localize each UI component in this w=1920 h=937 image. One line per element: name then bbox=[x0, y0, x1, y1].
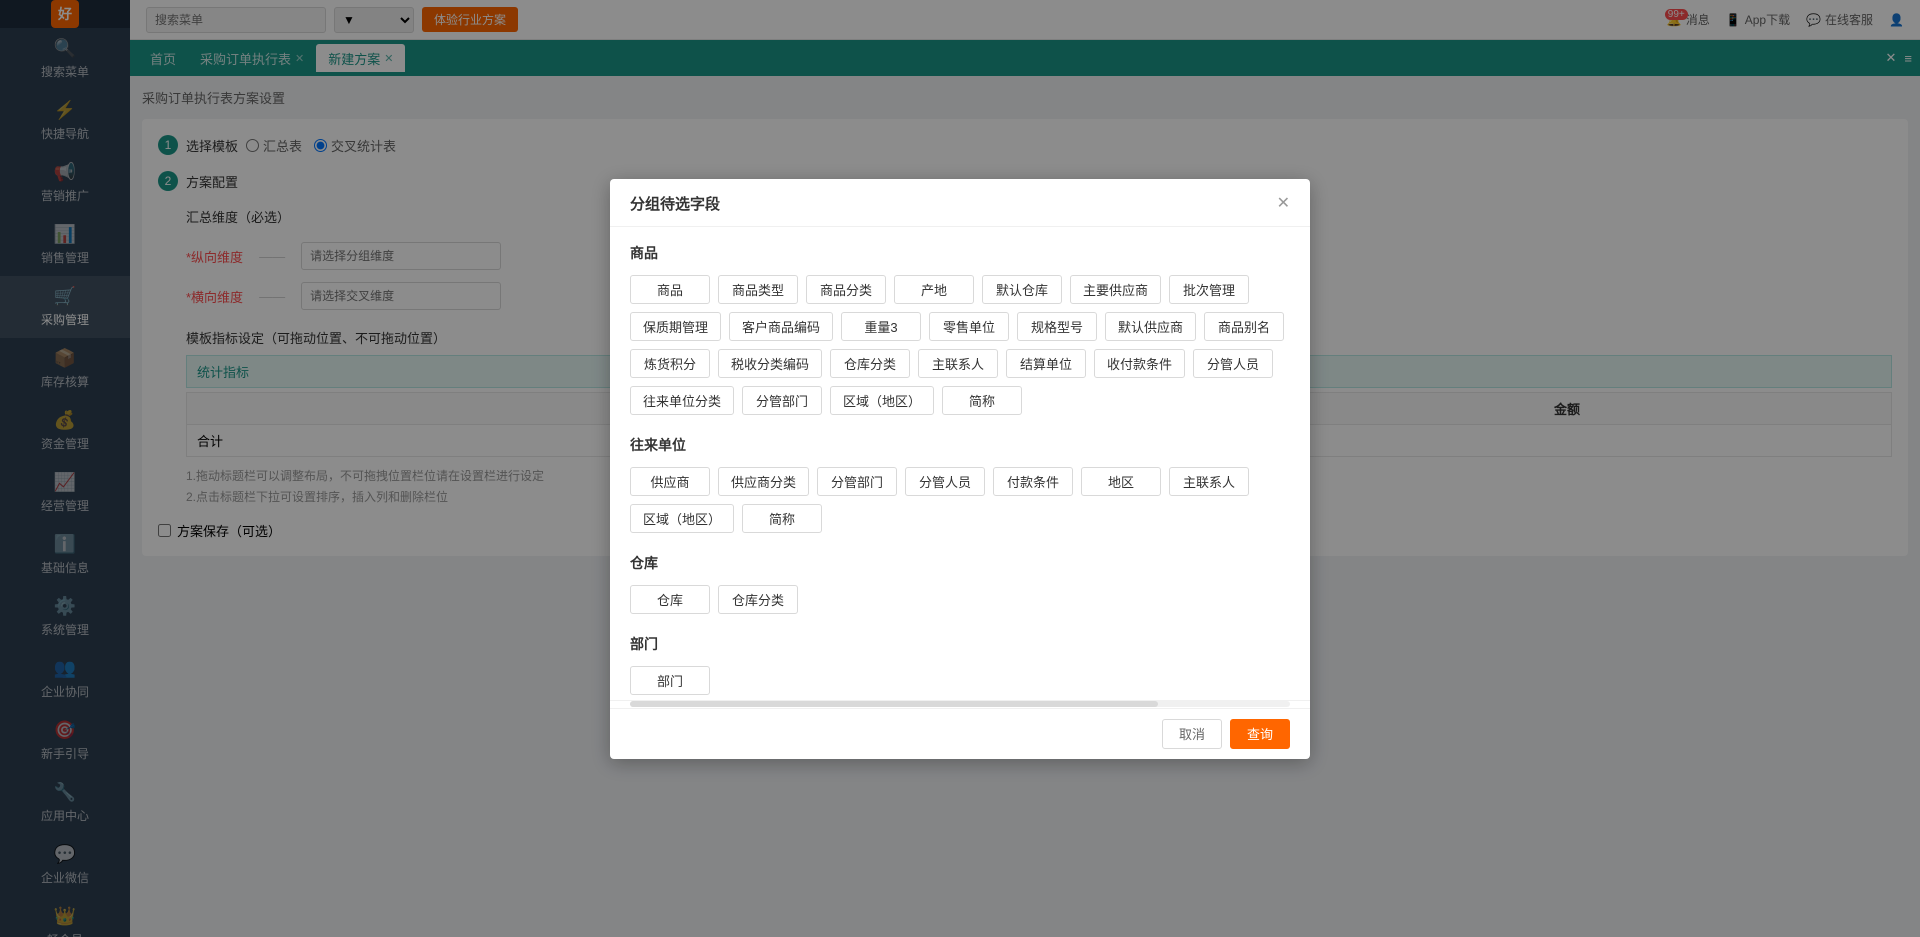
field-tag-1-2[interactable]: 分管部门 bbox=[817, 467, 897, 496]
field-tag-0-17[interactable]: 主联系人 bbox=[918, 349, 998, 378]
modal-overlay: 分组待选字段 ✕ 商品商品商品类型商品分类产地默认仓库主要供应商批次管理保质期管… bbox=[0, 0, 1920, 937]
field-tag-1-4[interactable]: 付款条件 bbox=[993, 467, 1073, 496]
field-tags-1: 供应商供应商分类分管部门分管人员付款条件地区主联系人区域（地区） 简称 bbox=[630, 467, 1290, 533]
modal-close-btn[interactable]: ✕ bbox=[1277, 193, 1290, 213]
field-tag-0-1[interactable]: 商品类型 bbox=[718, 275, 798, 304]
field-tag-0-0[interactable]: 商品 bbox=[630, 275, 710, 304]
field-tag-0-20[interactable]: 分管人员 bbox=[1193, 349, 1273, 378]
field-tag-0-7[interactable]: 保质期管理 bbox=[630, 312, 721, 341]
confirm-button[interactable]: 查询 bbox=[1230, 719, 1290, 749]
field-tag-1-6[interactable]: 主联系人 bbox=[1169, 467, 1249, 496]
field-tag-0-14[interactable]: 炼货积分 bbox=[630, 349, 710, 378]
field-tags-0: 商品商品类型商品分类产地默认仓库主要供应商批次管理保质期管理客户商品编码重量3 零… bbox=[630, 275, 1290, 415]
field-tag-0-22[interactable]: 分管部门 bbox=[742, 386, 822, 415]
modal-body[interactable]: 商品商品商品类型商品分类产地默认仓库主要供应商批次管理保质期管理客户商品编码重量… bbox=[610, 227, 1310, 701]
field-tag-0-10[interactable]: 零售单位 bbox=[929, 312, 1009, 341]
field-tag-0-2[interactable]: 商品分类 bbox=[806, 275, 886, 304]
field-tag-2-1[interactable]: 仓库分类 bbox=[718, 585, 798, 614]
cancel-button[interactable]: 取消 bbox=[1162, 719, 1222, 749]
field-tag-3-0[interactable]: 部门 bbox=[630, 666, 710, 695]
field-tag-1-8[interactable]: 简称 bbox=[742, 504, 822, 533]
field-tags-2: 仓库仓库分类 bbox=[630, 585, 1290, 614]
field-tag-0-13[interactable]: 商品别名 bbox=[1204, 312, 1284, 341]
field-tag-0-12[interactable]: 默认供应商 bbox=[1105, 312, 1196, 341]
field-tag-2-0[interactable]: 仓库 bbox=[630, 585, 710, 614]
field-section-title-3: 部门 bbox=[630, 634, 1290, 654]
field-tag-0-6[interactable]: 批次管理 bbox=[1169, 275, 1249, 304]
field-tag-1-7[interactable]: 区域（地区） bbox=[630, 504, 734, 533]
modal-header: 分组待选字段 ✕ bbox=[610, 179, 1310, 227]
field-tag-0-18[interactable]: 结算单位 bbox=[1006, 349, 1086, 378]
field-section-2: 仓库仓库仓库分类 bbox=[630, 553, 1290, 614]
field-tag-1-3[interactable]: 分管人员 bbox=[905, 467, 985, 496]
modal-hscroll[interactable] bbox=[610, 700, 1310, 707]
field-tags-3: 部门 bbox=[630, 666, 1290, 695]
field-tag-0-16[interactable]: 仓库分类 bbox=[830, 349, 910, 378]
field-tag-0-4[interactable]: 默认仓库 bbox=[982, 275, 1062, 304]
field-tag-0-5[interactable]: 主要供应商 bbox=[1070, 275, 1161, 304]
field-tag-0-21[interactable]: 往来单位分类 bbox=[630, 386, 734, 415]
field-tag-1-0[interactable]: 供应商 bbox=[630, 467, 710, 496]
field-tag-0-9[interactable]: 重量3 bbox=[841, 312, 921, 341]
field-section-3: 部门部门 bbox=[630, 634, 1290, 695]
field-tag-0-3[interactable]: 产地 bbox=[894, 275, 974, 304]
modal-dialog: 分组待选字段 ✕ 商品商品商品类型商品分类产地默认仓库主要供应商批次管理保质期管… bbox=[610, 179, 1310, 759]
field-tag-0-11[interactable]: 规格型号 bbox=[1017, 312, 1097, 341]
field-tag-0-23[interactable]: 区域（地区） bbox=[830, 386, 934, 415]
modal-title: 分组待选字段 bbox=[630, 193, 720, 214]
field-section-title-1: 往来单位 bbox=[630, 435, 1290, 455]
field-section-0: 商品商品商品类型商品分类产地默认仓库主要供应商批次管理保质期管理客户商品编码重量… bbox=[630, 243, 1290, 415]
modal-footer: 取消 查询 bbox=[610, 708, 1310, 759]
field-tag-0-24[interactable]: 简称 bbox=[942, 386, 1022, 415]
field-tag-1-5[interactable]: 地区 bbox=[1081, 467, 1161, 496]
field-tag-1-1[interactable]: 供应商分类 bbox=[718, 467, 809, 496]
field-tag-0-19[interactable]: 收付款条件 bbox=[1094, 349, 1185, 378]
field-tag-0-15[interactable]: 税收分类编码 bbox=[718, 349, 822, 378]
field-section-title-0: 商品 bbox=[630, 243, 1290, 263]
field-section-title-2: 仓库 bbox=[630, 553, 1290, 573]
field-section-1: 往来单位供应商供应商分类分管部门分管人员付款条件地区主联系人区域（地区） 简称 bbox=[630, 435, 1290, 533]
field-tag-0-8[interactable]: 客户商品编码 bbox=[729, 312, 833, 341]
